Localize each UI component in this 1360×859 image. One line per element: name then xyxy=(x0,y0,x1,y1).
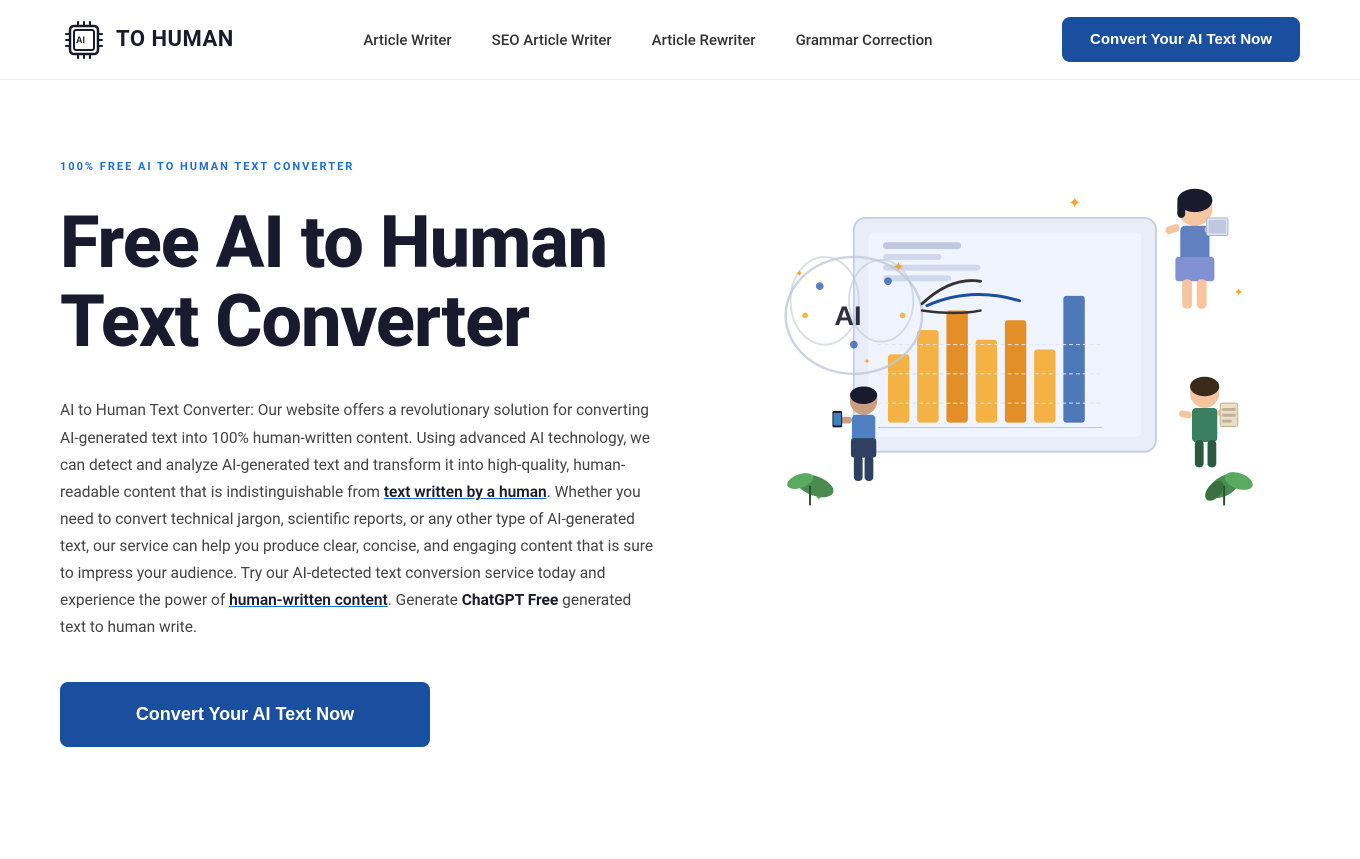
nav-links: Article Writer SEO Article Writer Articl… xyxy=(363,31,932,49)
hero-section: 100% FREE AI TO HUMAN TEXT CONVERTER Fre… xyxy=(0,80,1360,859)
logo-text: TO HUMAN xyxy=(116,27,234,52)
svg-text:✦: ✦ xyxy=(1234,285,1244,299)
svg-text:AI: AI xyxy=(834,300,861,331)
hero-cta-button[interactable]: Convert Your AI Text Now xyxy=(60,682,430,747)
hero-desc-highlight2: human-written content xyxy=(229,591,388,609)
svg-text:✦: ✦ xyxy=(795,268,803,279)
nav-article-rewriter[interactable]: Article Rewriter xyxy=(652,31,756,49)
svg-text:✦: ✦ xyxy=(1068,194,1081,212)
hero-desc-highlight1: text written by a human xyxy=(384,483,547,501)
hero-illustration: AI ✦ ✦ ✦ xyxy=(725,140,1275,520)
hero-left: 100% FREE AI TO HUMAN TEXT CONVERTER Fre… xyxy=(60,140,660,747)
navbar: AI TO HUMAN Article Writer SEO Article W… xyxy=(0,0,1360,80)
hero-title: Free AI to Human Text Converter xyxy=(60,203,660,361)
hero-desc-part3: . Generate xyxy=(388,591,462,609)
nav-seo-article-writer[interactable]: SEO Article Writer xyxy=(492,31,612,49)
svg-text:AI: AI xyxy=(76,35,85,45)
hero-right: AI ✦ ✦ ✦ xyxy=(700,140,1300,520)
svg-text:✦: ✦ xyxy=(893,260,905,276)
hero-description: AI to Human Text Converter: Our website … xyxy=(60,397,660,641)
nav-grammar-correction[interactable]: Grammar Correction xyxy=(796,31,933,49)
hero-badge: 100% FREE AI TO HUMAN TEXT CONVERTER xyxy=(60,160,660,173)
logo-icon: AI xyxy=(60,16,108,64)
svg-text:✦: ✦ xyxy=(864,357,871,366)
navbar-cta-button[interactable]: Convert Your AI Text Now xyxy=(1062,17,1300,62)
logo[interactable]: AI TO HUMAN xyxy=(60,16,234,64)
nav-article-writer[interactable]: Article Writer xyxy=(363,31,451,49)
hero-desc-highlight3: ChatGPT Free xyxy=(462,591,559,609)
